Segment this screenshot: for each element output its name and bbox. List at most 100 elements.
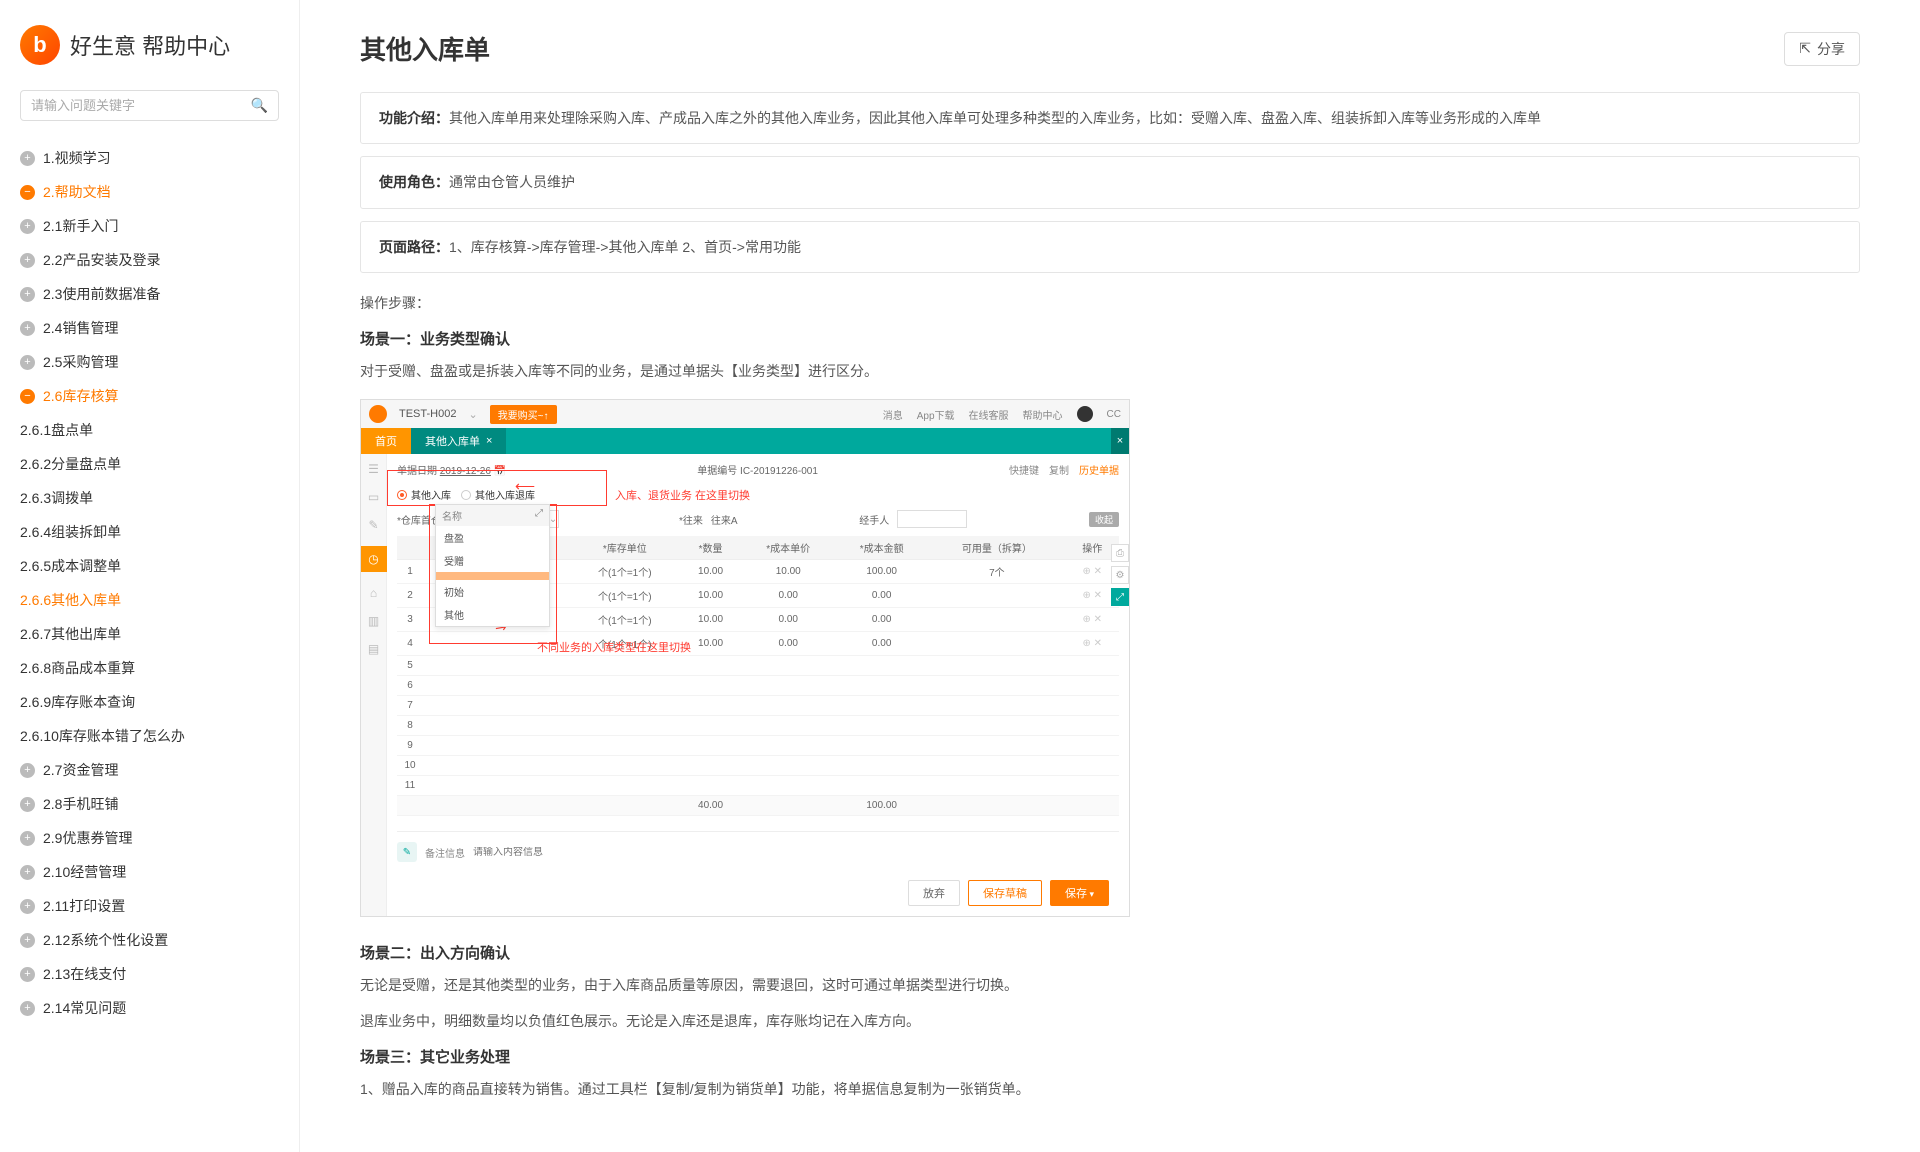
rail-icon-7[interactable]: ▤	[367, 642, 381, 656]
expand-icon[interactable]: +	[20, 763, 35, 778]
expand-icon[interactable]: +	[20, 321, 35, 336]
nav-item[interactable]: 2.6.1盘点单	[20, 413, 279, 447]
expand-icon[interactable]: +	[20, 933, 35, 948]
nav-item[interactable]: 2.6.4组装拆卸单	[20, 515, 279, 549]
draft-button[interactable]: 保存草稿	[968, 880, 1042, 906]
tool-history[interactable]: 历史单据	[1079, 462, 1119, 477]
rail-link-icon[interactable]: ⚙	[1111, 566, 1129, 584]
tool-shortcut[interactable]: 快捷键	[1009, 462, 1039, 477]
share-icon: ⇱	[1799, 40, 1811, 57]
customer-value[interactable]: 往来A	[711, 512, 738, 527]
top-link-help[interactable]: 帮助中心	[1023, 407, 1063, 422]
expand-icon[interactable]: +	[20, 865, 35, 880]
table-row[interactable]: 9	[397, 736, 1119, 756]
nav-item[interactable]: +1.视频学习	[20, 141, 279, 175]
rail-icon-5[interactable]: ⌂	[367, 586, 381, 600]
expand-icon[interactable]: +	[20, 287, 35, 302]
role-box: 使用角色：通常由仓管人员维护	[360, 156, 1860, 208]
table-row[interactable]: 7	[397, 696, 1119, 716]
rail-icon-6[interactable]: ▥	[367, 614, 381, 628]
collapse-button[interactable]: 收起	[1089, 512, 1119, 527]
role-text: 通常由仓管人员维护	[449, 174, 575, 190]
nav-item[interactable]: 2.6.2分量盘点单	[20, 447, 279, 481]
search-box[interactable]: 🔍	[20, 90, 279, 121]
app-topbar: TEST-H002 ⌄ 我要购买~↑ 消息 App下载 在线客服 帮助中心 CC	[361, 400, 1129, 428]
dropdown-item[interactable]: 初始	[436, 580, 549, 603]
rail-print-icon[interactable]: ⎙	[1111, 544, 1129, 562]
nav-item[interactable]: +2.14常见问题	[20, 991, 279, 1025]
nav-item[interactable]: +2.9优惠券管理	[20, 821, 279, 855]
dropdown-item[interactable]: 其他	[436, 603, 549, 626]
expand-icon[interactable]: ⌄	[468, 408, 477, 421]
expand-icon[interactable]: +	[20, 831, 35, 846]
tool-copy[interactable]: 复制	[1049, 462, 1069, 477]
scene2-text2: 退库业务中，明细数量均以负值红色展示。无论是入库还是退库，库存账均记在入库方向。	[360, 1009, 1860, 1034]
trial-button[interactable]: 我要购买~↑	[490, 405, 557, 424]
close-icon[interactable]: ×	[486, 435, 492, 447]
table-row[interactable]: 6	[397, 676, 1119, 696]
table-row[interactable]: 10	[397, 756, 1119, 776]
nav-item[interactable]: 2.6.10库存账本错了怎么办	[20, 719, 279, 753]
nav-item[interactable]: +2.2产品安装及登录	[20, 243, 279, 277]
nav-item[interactable]: +2.10经营管理	[20, 855, 279, 889]
close-all-tabs[interactable]: ×	[1111, 428, 1129, 454]
nav-item[interactable]: 2.6.9库存账本查询	[20, 685, 279, 719]
nav-item[interactable]: −2.帮助文档	[20, 175, 279, 209]
collapse-icon[interactable]: −	[20, 185, 35, 200]
nav-item[interactable]: +2.3使用前数据准备	[20, 277, 279, 311]
nav-item[interactable]: 2.6.7其他出库单	[20, 617, 279, 651]
nav-item[interactable]: +2.7资金管理	[20, 753, 279, 787]
rail-icon-2[interactable]: ▭	[367, 490, 381, 504]
radio-in[interactable]: 其他入库	[397, 487, 451, 502]
nav-item[interactable]: 2.6.8商品成本重算	[20, 651, 279, 685]
expand-icon[interactable]: +	[20, 1001, 35, 1016]
app-tabs: 首页 其他入库单× ×	[361, 428, 1129, 454]
nav-item[interactable]: +2.13在线支付	[20, 957, 279, 991]
search-input[interactable]	[31, 98, 251, 113]
tab-active[interactable]: 其他入库单×	[411, 428, 506, 454]
save-button[interactable]: 保存	[1050, 880, 1109, 906]
expand-icon[interactable]: +	[20, 797, 35, 812]
expand-icon[interactable]: +	[20, 253, 35, 268]
nav-item[interactable]: +2.4销售管理	[20, 311, 279, 345]
tab-home[interactable]: 首页	[361, 428, 411, 454]
nav-item[interactable]: 2.6.5成本调整单	[20, 549, 279, 583]
top-link-msg[interactable]: 消息	[883, 407, 903, 422]
nav-item[interactable]: 2.6.6其他入库单	[20, 583, 279, 617]
top-link-app[interactable]: App下载	[917, 407, 955, 422]
rail-expand-icon[interactable]: ⤢	[1111, 588, 1129, 606]
nav-item[interactable]: +2.12系统个性化设置	[20, 923, 279, 957]
dropdown-item[interactable]: 盘盈	[436, 526, 549, 549]
rail-icon-1[interactable]: ☰	[367, 462, 381, 476]
share-button[interactable]: ⇱ 分享	[1784, 32, 1860, 66]
scene2-text1: 无论是受赠，还是其他类型的业务，由于入库商品质量等原因，需要退回，这时可通过单据…	[360, 973, 1860, 998]
nav-item[interactable]: +2.11打印设置	[20, 889, 279, 923]
nav-item[interactable]: −2.6库存核算	[20, 379, 279, 413]
remark-input[interactable]	[473, 847, 1119, 858]
avatar[interactable]	[1077, 406, 1093, 422]
table-row[interactable]: 5	[397, 656, 1119, 676]
rail-icon-3[interactable]: ✎	[367, 518, 381, 532]
username[interactable]: CC	[1107, 409, 1121, 420]
nav-item[interactable]: +2.8手机旺铺	[20, 787, 279, 821]
expand-icon[interactable]: ⤢	[535, 508, 543, 523]
nav-item[interactable]: +2.5采购管理	[20, 345, 279, 379]
dropdown-item[interactable]: 受赠	[436, 549, 549, 572]
table-row[interactable]: 11	[397, 776, 1119, 796]
cancel-button[interactable]: 放弃	[908, 880, 960, 906]
expand-icon[interactable]: +	[20, 219, 35, 234]
nav-item[interactable]: 2.6.3调拨单	[20, 481, 279, 515]
expand-icon[interactable]: +	[20, 151, 35, 166]
top-link-service[interactable]: 在线客服	[969, 407, 1009, 422]
person-input[interactable]	[897, 510, 967, 528]
table-row[interactable]: 8	[397, 716, 1119, 736]
expand-icon[interactable]: +	[20, 899, 35, 914]
nav-label: 2.3使用前数据准备	[43, 284, 160, 304]
collapse-icon[interactable]: −	[20, 389, 35, 404]
rail-icon-active[interactable]: ◷	[361, 546, 387, 572]
dropdown-item[interactable]	[436, 572, 549, 580]
expand-icon[interactable]: +	[20, 967, 35, 982]
search-icon[interactable]: 🔍	[251, 97, 268, 114]
expand-icon[interactable]: +	[20, 355, 35, 370]
nav-item[interactable]: +2.1新手入门	[20, 209, 279, 243]
